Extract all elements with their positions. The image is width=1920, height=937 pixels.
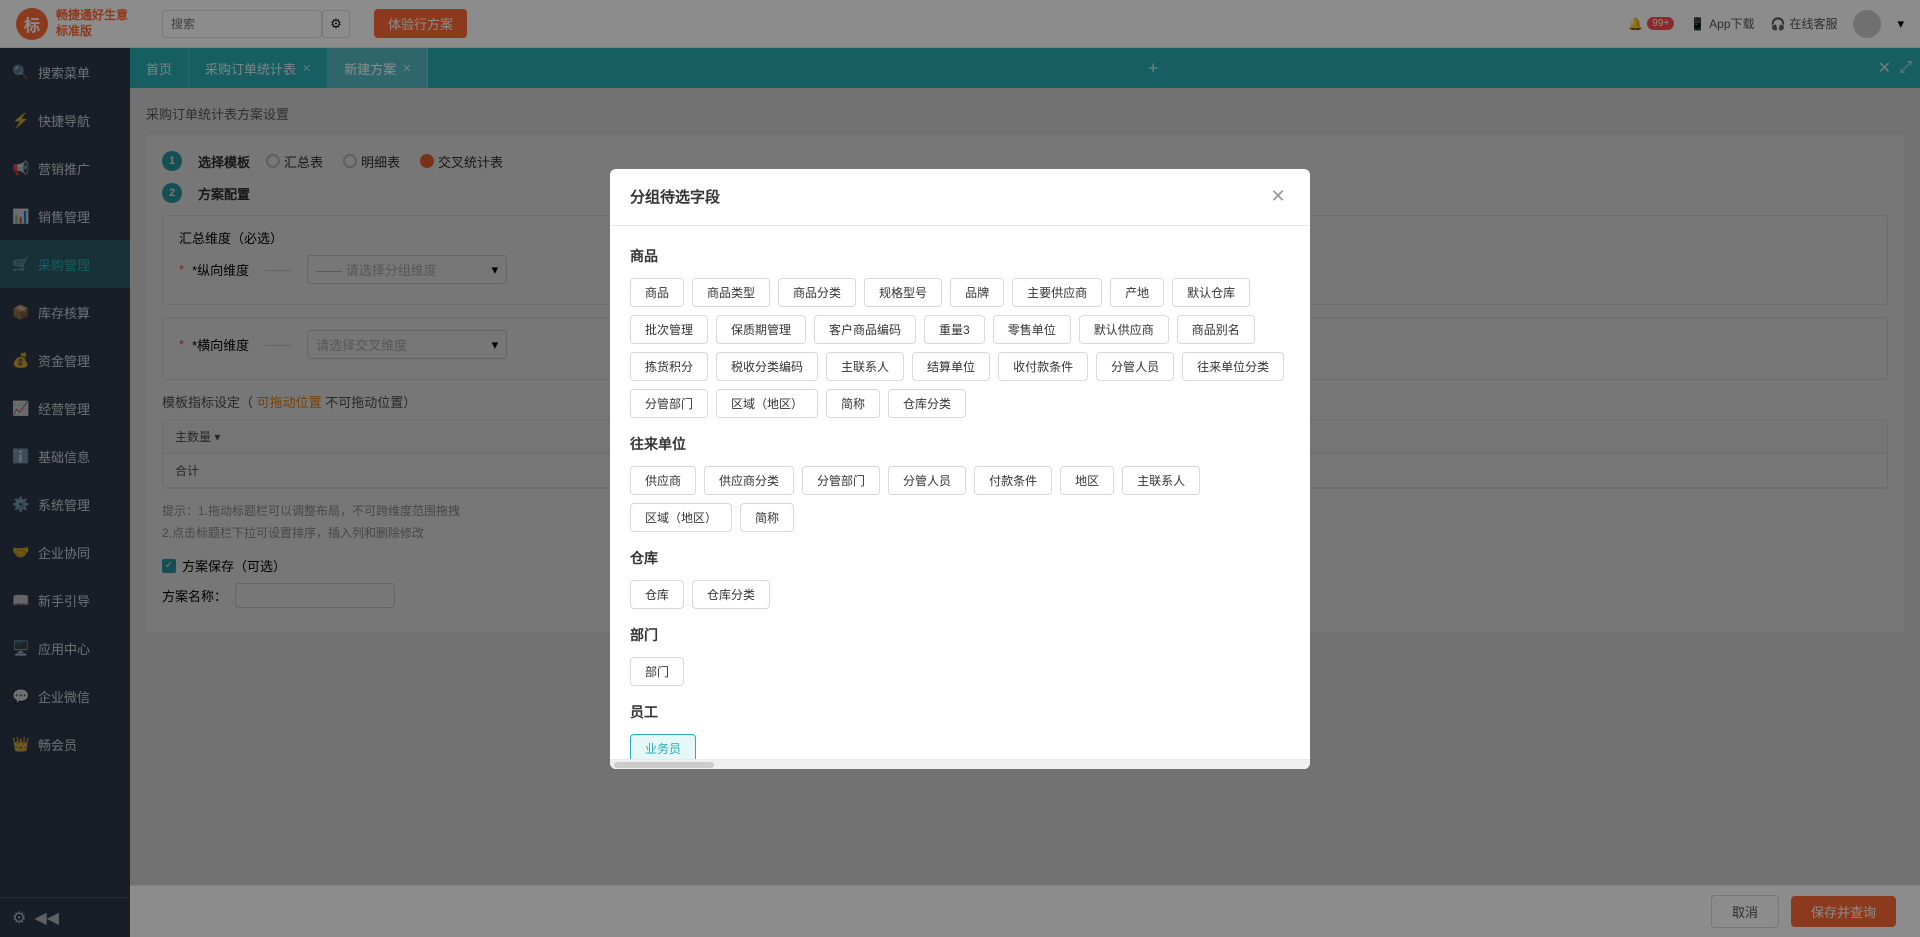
modal-body: 商品商品商品类型商品分类规格型号品牌主要供应商产地默认仓库批次管理保质期管理客户…: [610, 226, 1310, 759]
field-tag[interactable]: 商品: [630, 278, 684, 307]
field-tag[interactable]: 分管部门: [802, 466, 880, 495]
field-section-title-往来单位: 往来单位: [630, 434, 1290, 454]
field-tag[interactable]: 主联系人: [826, 352, 904, 381]
modal-overlay: 分组待选字段 ✕ 商品商品商品类型商品分类规格型号品牌主要供应商产地默认仓库批次…: [0, 0, 1920, 937]
field-tag[interactable]: 商品类型: [692, 278, 770, 307]
field-tag[interactable]: 批次管理: [630, 315, 708, 344]
field-tag[interactable]: 默认仓库: [1172, 278, 1250, 307]
field-tag[interactable]: 简称: [826, 389, 880, 418]
modal-title: 分组待选字段: [630, 186, 720, 207]
field-tag[interactable]: 商品分类: [778, 278, 856, 307]
field-tag[interactable]: 分管人员: [1096, 352, 1174, 381]
field-tag[interactable]: 分管部门: [630, 389, 708, 418]
field-tag[interactable]: 品牌: [950, 278, 1004, 307]
field-section-title-商品: 商品: [630, 246, 1290, 266]
field-tag[interactable]: 分管人员: [888, 466, 966, 495]
field-tag[interactable]: 区域（地区）: [630, 503, 732, 532]
field-tag[interactable]: 客户商品编码: [814, 315, 916, 344]
field-tag[interactable]: 结算单位: [912, 352, 990, 381]
field-tag[interactable]: 主联系人: [1122, 466, 1200, 495]
field-tags-仓库: 仓库仓库分类: [630, 580, 1290, 609]
field-tag[interactable]: 区域（地区）: [716, 389, 818, 418]
field-tag[interactable]: 商品别名: [1177, 315, 1255, 344]
field-tag[interactable]: 供应商: [630, 466, 696, 495]
field-tag[interactable]: 仓库: [630, 580, 684, 609]
modal-close-btn[interactable]: ✕: [1266, 185, 1290, 209]
field-tag[interactable]: 保质期管理: [716, 315, 806, 344]
field-section-title-员工: 员工: [630, 702, 1290, 722]
field-tag[interactable]: 简称: [740, 503, 794, 532]
field-section-title-仓库: 仓库: [630, 548, 1290, 568]
field-tag[interactable]: 往来单位分类: [1182, 352, 1284, 381]
modal-horizontal-scrollbar[interactable]: [610, 759, 1310, 769]
field-tag[interactable]: 仓库分类: [692, 580, 770, 609]
field-tag[interactable]: 拣货积分: [630, 352, 708, 381]
field-tag[interactable]: 零售单位: [993, 315, 1071, 344]
field-tag[interactable]: 主要供应商: [1012, 278, 1102, 307]
field-section-title-部门: 部门: [630, 625, 1290, 645]
field-tags-商品: 商品商品类型商品分类规格型号品牌主要供应商产地默认仓库批次管理保质期管理客户商品…: [630, 278, 1290, 418]
field-tag[interactable]: 业务员: [630, 734, 696, 759]
modal-header: 分组待选字段 ✕: [610, 169, 1310, 226]
field-tag[interactable]: 地区: [1060, 466, 1114, 495]
modal: 分组待选字段 ✕ 商品商品商品类型商品分类规格型号品牌主要供应商产地默认仓库批次…: [610, 169, 1310, 769]
field-tag[interactable]: 产地: [1110, 278, 1164, 307]
field-tag[interactable]: 税收分类编码: [716, 352, 818, 381]
field-tags-部门: 部门: [630, 657, 1290, 686]
field-tags-往来单位: 供应商供应商分类分管部门分管人员付款条件地区主联系人区域（地区） 简称: [630, 466, 1290, 532]
field-tag[interactable]: 重量3: [924, 315, 985, 344]
field-tag[interactable]: 供应商分类: [704, 466, 794, 495]
field-tag[interactable]: 规格型号: [864, 278, 942, 307]
field-tag[interactable]: 仓库分类: [888, 389, 966, 418]
field-tag[interactable]: 默认供应商: [1079, 315, 1169, 344]
field-tags-员工: 业务员: [630, 734, 1290, 759]
field-tag[interactable]: 收付款条件: [998, 352, 1088, 381]
field-tag[interactable]: 付款条件: [974, 466, 1052, 495]
field-tag[interactable]: 部门: [630, 657, 684, 686]
